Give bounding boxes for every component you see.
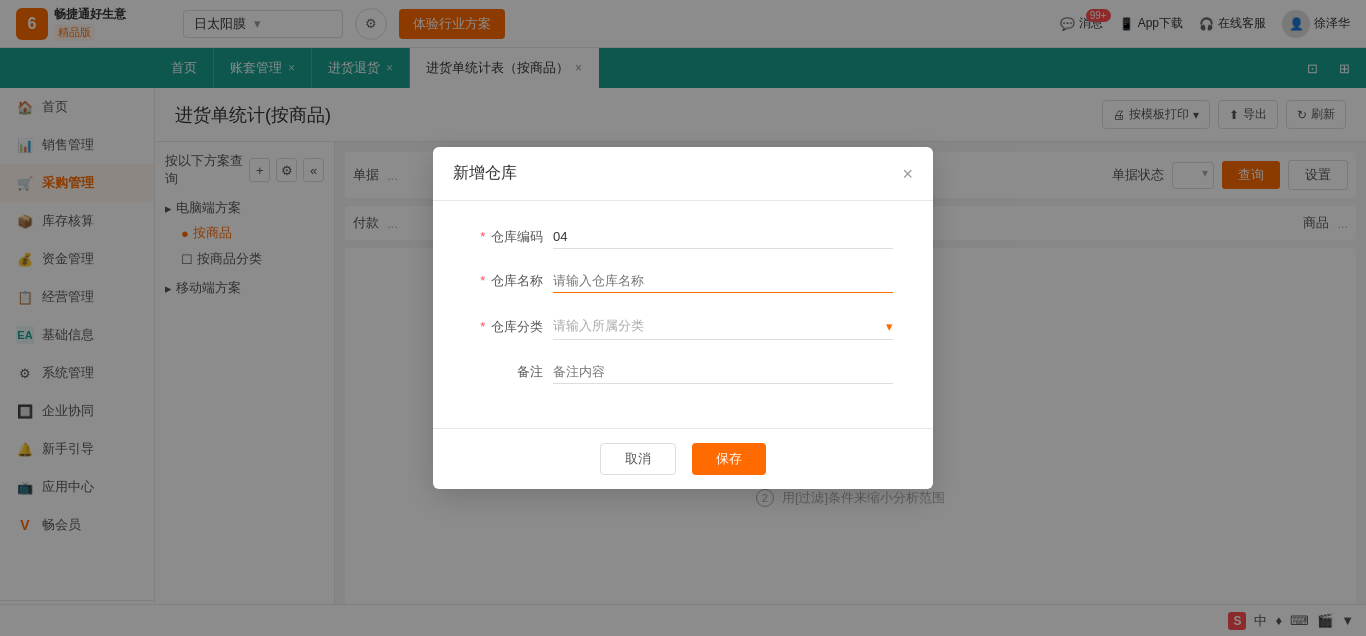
form-row-note: 备注 xyxy=(473,360,893,384)
form-row-code: * 仓库编码 xyxy=(473,225,893,249)
form-row-name: * 仓库名称 xyxy=(473,269,893,293)
cancel-button[interactable]: 取消 xyxy=(600,443,676,475)
category-select[interactable]: 请输入所属分类 ▾ xyxy=(553,313,893,340)
modal-close-button[interactable]: × xyxy=(902,165,913,183)
modal-title: 新增仓库 xyxy=(453,163,517,184)
modal-footer: 取消 保存 xyxy=(433,428,933,489)
category-dropdown-arrow: ▾ xyxy=(886,319,893,334)
category-placeholder: 请输入所属分类 xyxy=(553,317,644,335)
code-input[interactable] xyxy=(553,225,893,249)
modal-add-warehouse: 新增仓库 × * 仓库编码 * 仓库名称 xyxy=(433,147,933,489)
category-label: * 仓库分类 xyxy=(473,318,553,336)
name-input[interactable] xyxy=(553,269,893,293)
form-row-category: * 仓库分类 请输入所属分类 ▾ xyxy=(473,313,893,340)
name-label: * 仓库名称 xyxy=(473,272,553,290)
save-button[interactable]: 保存 xyxy=(692,443,766,475)
note-label: 备注 xyxy=(473,363,553,381)
modal-header: 新增仓库 × xyxy=(433,147,933,201)
note-input[interactable] xyxy=(553,360,893,384)
code-label: * 仓库编码 xyxy=(473,228,553,246)
modal-overlay: 新增仓库 × * 仓库编码 * 仓库名称 xyxy=(0,0,1366,636)
modal-body: * 仓库编码 * 仓库名称 * 仓库分类 请输入 xyxy=(433,201,933,428)
